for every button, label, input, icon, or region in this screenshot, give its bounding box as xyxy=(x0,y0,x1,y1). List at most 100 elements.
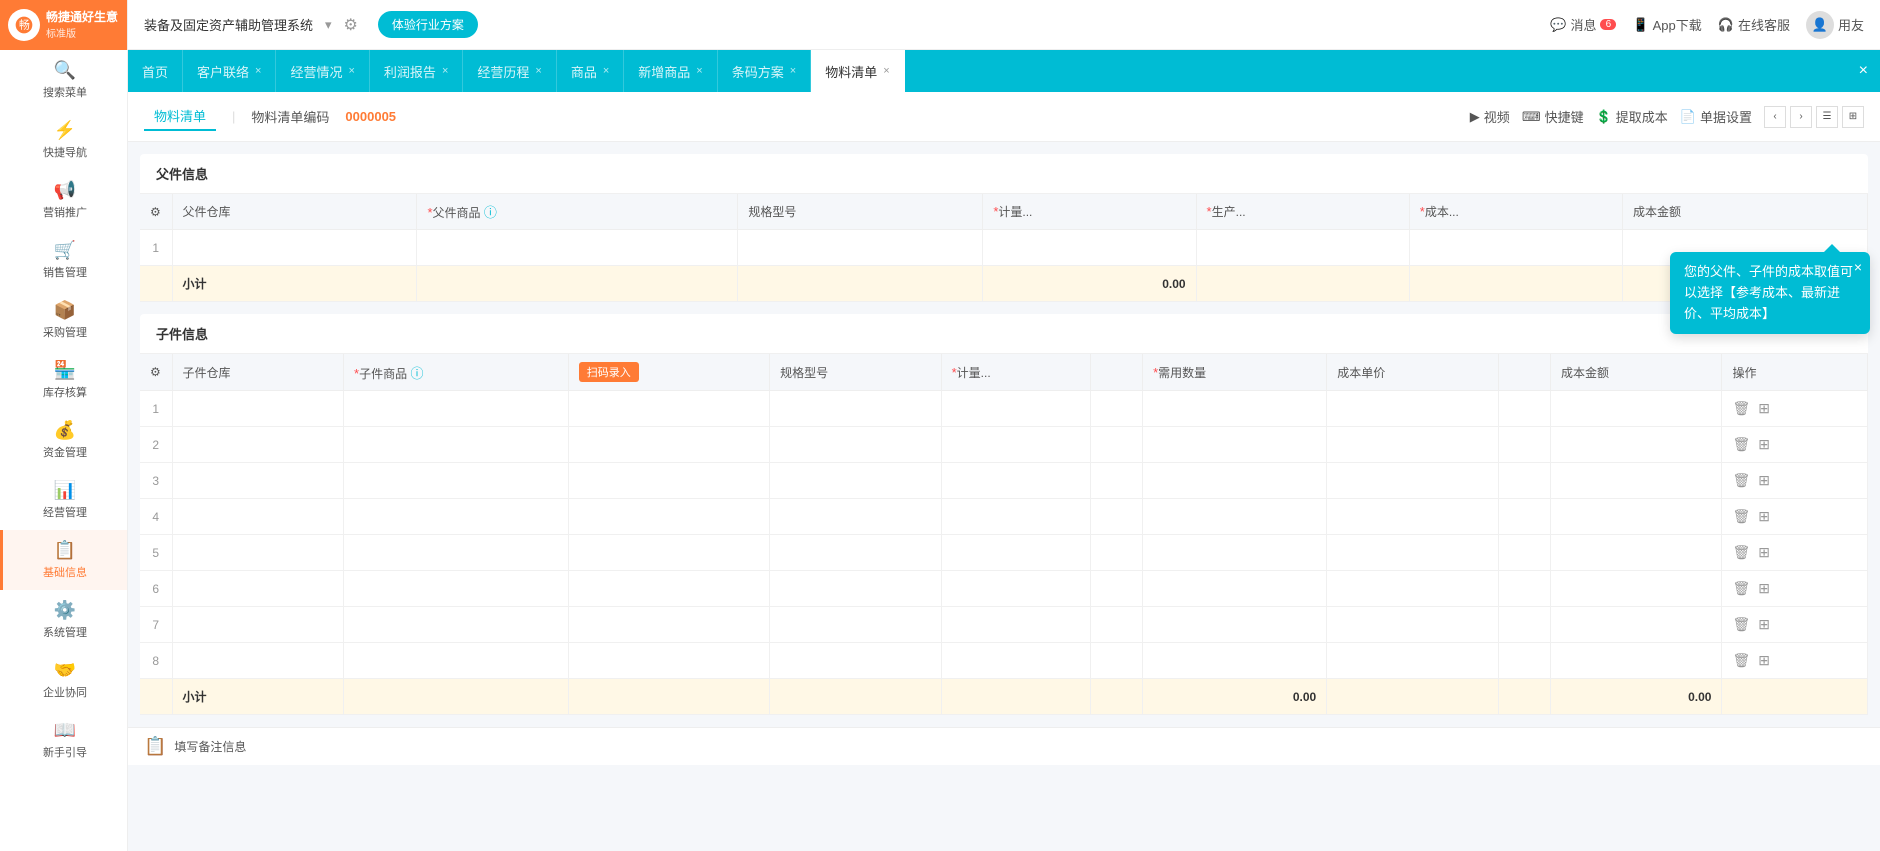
child-unit-cost-7[interactable] xyxy=(1327,607,1499,643)
parent-spec-cell[interactable] xyxy=(738,230,983,266)
child-spec-8[interactable] xyxy=(770,643,942,679)
message-item[interactable]: 💬 消息 6 xyxy=(1550,15,1616,34)
online-service-item[interactable]: 🎧 在线客服 xyxy=(1718,15,1790,34)
tab-close-icon[interactable]: × xyxy=(348,65,354,77)
delete-btn-2[interactable]: 🗑 xyxy=(1732,436,1750,453)
child-unit-cost-6[interactable] xyxy=(1327,571,1499,607)
sidebar-item-inventory[interactable]: 🏪 库存核算 xyxy=(0,350,127,410)
sidebar-item-quicknav[interactable]: ⚡ 快捷导航 xyxy=(0,110,127,170)
action-shortcut[interactable]: ⌨ 快捷键 xyxy=(1522,107,1584,126)
child-unit-1[interactable] xyxy=(941,391,1090,427)
child-unit-7[interactable] xyxy=(941,607,1090,643)
child-scan-1[interactable] xyxy=(568,391,769,427)
nav-tab-利润报告[interactable]: 利润报告× xyxy=(370,50,463,92)
parent-product-cell[interactable] xyxy=(417,230,738,266)
child-warehouse-5[interactable] xyxy=(172,535,344,571)
delete-btn-8[interactable]: 🗑 xyxy=(1732,652,1750,669)
copy-btn-4[interactable]: ⊞ xyxy=(1758,508,1770,525)
sidebar-item-search[interactable]: 🔍 搜索菜单 xyxy=(0,50,127,110)
child-product-3[interactable] xyxy=(344,463,569,499)
nav-tab-物料清单[interactable]: 物料清单× xyxy=(811,50,904,92)
parent-warehouse-cell[interactable] xyxy=(172,230,417,266)
menu-btn[interactable]: ☰ xyxy=(1816,106,1838,128)
sidebar-item-sales[interactable]: 🛒 销售管理 xyxy=(0,230,127,290)
child-warehouse-7[interactable] xyxy=(172,607,344,643)
copy-btn-5[interactable]: ⊞ xyxy=(1758,544,1770,561)
child-qty-1[interactable] xyxy=(1143,391,1327,427)
app-download-item[interactable]: 📱 App下载 xyxy=(1632,15,1701,34)
nav-tab-经营情况[interactable]: 经营情况× xyxy=(276,50,369,92)
delete-btn-1[interactable]: 🗑 xyxy=(1732,400,1750,417)
nav-tab-商品[interactable]: 商品× xyxy=(557,50,624,92)
child-scan-8[interactable] xyxy=(568,643,769,679)
nav-tab-客户联络[interactable]: 客户联络× xyxy=(183,50,276,92)
nav-tab-条码方案[interactable]: 条码方案× xyxy=(718,50,811,92)
delete-btn-4[interactable]: 🗑 xyxy=(1732,508,1750,525)
child-unit-cost-3[interactable] xyxy=(1327,463,1499,499)
child-warehouse-6[interactable] xyxy=(172,571,344,607)
expand-btn[interactable]: ⊞ xyxy=(1842,106,1864,128)
copy-btn-3[interactable]: ⊞ xyxy=(1758,472,1770,489)
tab-close-icon[interactable]: × xyxy=(442,65,448,77)
parent-col-gear[interactable]: ⚙ xyxy=(140,194,172,230)
child-spec-5[interactable] xyxy=(770,535,942,571)
delete-btn-3[interactable]: 🗑 xyxy=(1732,472,1750,489)
tab-close-icon[interactable]: × xyxy=(603,65,609,77)
tab-close-icon[interactable]: × xyxy=(790,65,796,77)
child-scan-6[interactable] xyxy=(568,571,769,607)
child-product-2[interactable] xyxy=(344,427,569,463)
child-qty-8[interactable] xyxy=(1143,643,1327,679)
child-unit-4[interactable] xyxy=(941,499,1090,535)
child-unit-2[interactable] xyxy=(941,427,1090,463)
delete-btn-7[interactable]: 🗑 xyxy=(1732,616,1750,633)
scan-input-btn[interactable]: 扫码录入 xyxy=(579,362,639,382)
child-unit-cost-4[interactable] xyxy=(1327,499,1499,535)
child-spec-4[interactable] xyxy=(770,499,942,535)
child-col-scan[interactable]: 扫码录入 xyxy=(568,354,769,391)
child-warehouse-3[interactable] xyxy=(172,463,344,499)
close-all-tabs-btn[interactable]: × xyxy=(1847,62,1880,80)
parent-unit-cell[interactable] xyxy=(983,230,1196,266)
child-unit-5[interactable] xyxy=(941,535,1090,571)
copy-btn-7[interactable]: ⊞ xyxy=(1758,616,1770,633)
tab-bill-list[interactable]: 物料清单 xyxy=(144,102,216,131)
copy-btn-1[interactable]: ⊞ xyxy=(1758,400,1770,417)
tab-close-icon[interactable]: × xyxy=(255,65,261,77)
sidebar-item-system[interactable]: ⚙️ 系统管理 xyxy=(0,590,127,650)
sidebar-item-finance[interactable]: 💰 资金管理 xyxy=(0,410,127,470)
child-product-6[interactable] xyxy=(344,571,569,607)
copy-btn-8[interactable]: ⊞ xyxy=(1758,652,1770,669)
sidebar-item-marketing[interactable]: 📢 营销推广 xyxy=(0,170,127,230)
child-scan-2[interactable] xyxy=(568,427,769,463)
sidebar-item-operation[interactable]: 📊 经营管理 xyxy=(0,470,127,530)
child-warehouse-1[interactable] xyxy=(172,391,344,427)
settings-icon[interactable]: ⚙ xyxy=(344,15,358,35)
prev-btn[interactable]: ‹ xyxy=(1764,106,1786,128)
child-qty-6[interactable] xyxy=(1143,571,1327,607)
child-spec-1[interactable] xyxy=(770,391,942,427)
action-cost[interactable]: 💲 提取成本 xyxy=(1596,107,1668,126)
copy-btn-2[interactable]: ⊞ xyxy=(1758,436,1770,453)
tab-close-icon[interactable]: × xyxy=(696,65,702,77)
child-unit-6[interactable] xyxy=(941,571,1090,607)
nav-tab-新增商品[interactable]: 新增商品× xyxy=(624,50,717,92)
child-warehouse-8[interactable] xyxy=(172,643,344,679)
child-qty-5[interactable] xyxy=(1143,535,1327,571)
child-unit-8[interactable] xyxy=(941,643,1090,679)
trial-button[interactable]: 体验行业方案 xyxy=(378,11,478,38)
tab-close-icon[interactable]: × xyxy=(535,65,541,77)
sidebar-item-guide[interactable]: 📖 新手引导 xyxy=(0,710,127,770)
delete-btn-6[interactable]: 🗑 xyxy=(1732,580,1750,597)
child-scan-4[interactable] xyxy=(568,499,769,535)
child-scan-5[interactable] xyxy=(568,535,769,571)
child-spec-6[interactable] xyxy=(770,571,942,607)
parent-production-cell[interactable] xyxy=(1196,230,1409,266)
delete-btn-5[interactable]: 🗑 xyxy=(1732,544,1750,561)
sidebar-item-basic[interactable]: 📋 基础信息 xyxy=(0,530,127,590)
child-unit-3[interactable] xyxy=(941,463,1090,499)
child-product-7[interactable] xyxy=(344,607,569,643)
child-warehouse-2[interactable] xyxy=(172,427,344,463)
child-qty-7[interactable] xyxy=(1143,607,1327,643)
child-unit-cost-2[interactable] xyxy=(1327,427,1499,463)
child-scan-3[interactable] xyxy=(568,463,769,499)
